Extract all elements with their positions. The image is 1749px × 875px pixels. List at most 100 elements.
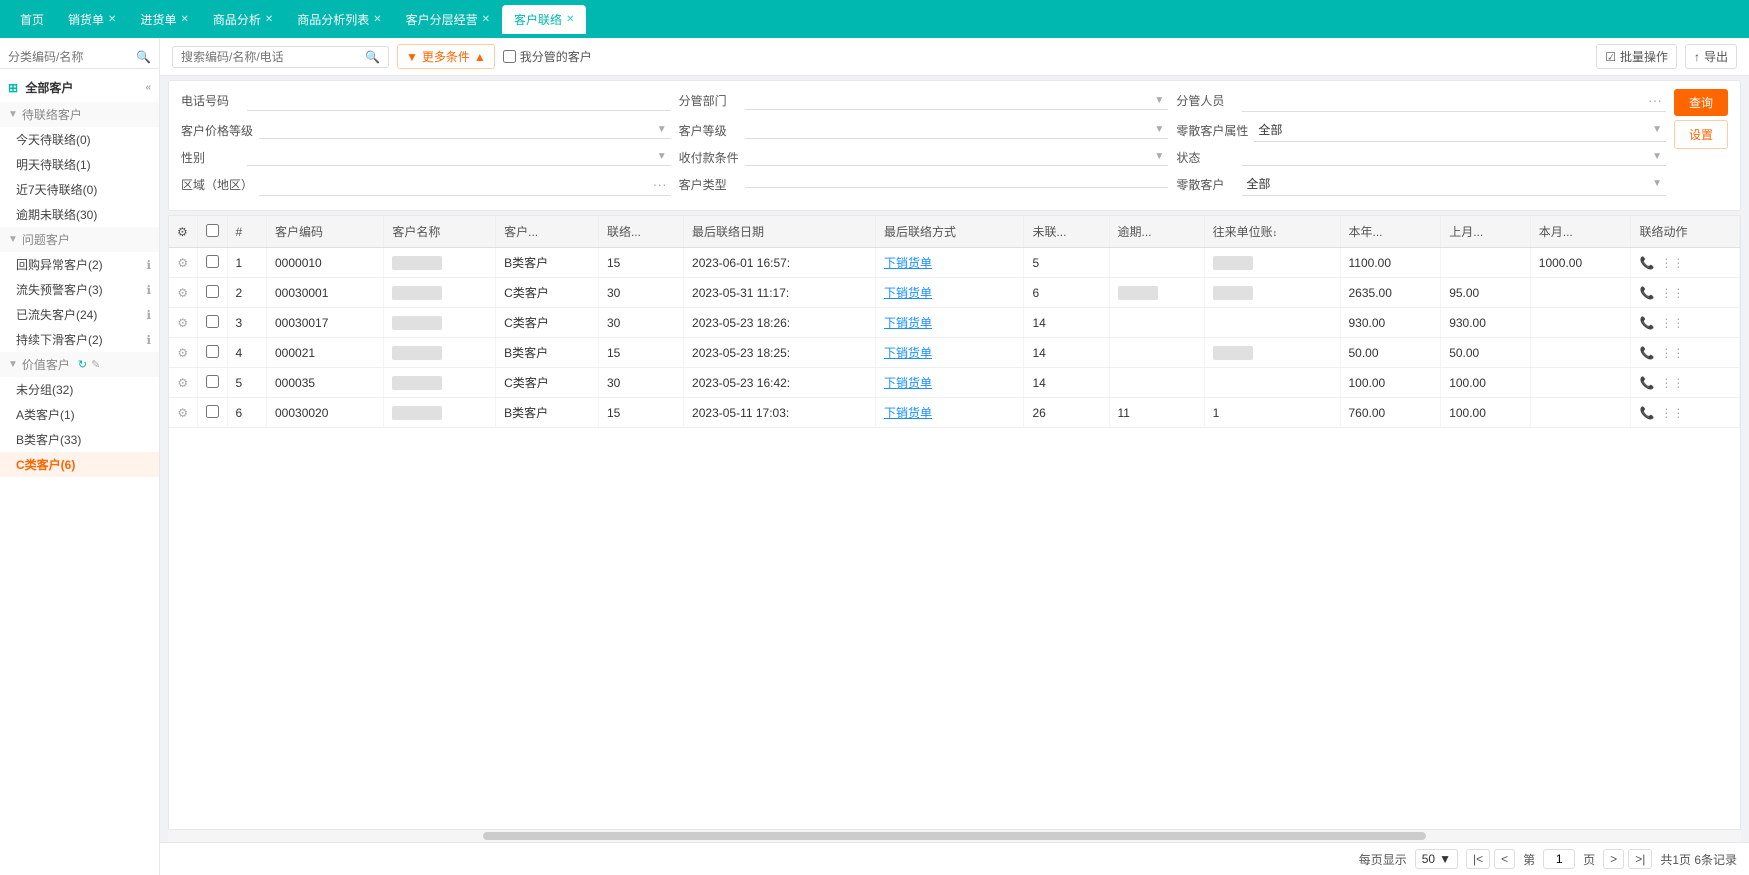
more-action-icon[interactable]: ⋮⋮	[1660, 286, 1684, 300]
sidebar-all-customers[interactable]: ⊞ 全部客户 «	[0, 73, 159, 102]
more-action-icon[interactable]: ⋮⋮	[1660, 316, 1684, 330]
col-code-header[interactable]: 客户编码	[267, 216, 384, 248]
cell-gear[interactable]: ⚙	[169, 248, 197, 278]
col-last-method-header[interactable]: 最后联络方式	[875, 216, 1023, 248]
per-page-select[interactable]: 50 ▼	[1415, 849, 1458, 869]
col-not-contacted-header[interactable]: 未联...	[1024, 216, 1109, 248]
query-button[interactable]: 查询	[1674, 89, 1728, 116]
my-customers-checkbox-label[interactable]: 我分管的客户	[503, 48, 592, 65]
sidebar-item-tomorrow-pending[interactable]: 明天待联络(1)	[0, 152, 159, 177]
nav-customer-contact[interactable]: 客户联络 ✕	[502, 5, 586, 34]
cell-last-method[interactable]: 下销货单	[875, 278, 1023, 308]
filter-manager-select[interactable]: ···	[1242, 89, 1666, 112]
sidebar-search-icon[interactable]: 🔍	[136, 50, 151, 64]
refresh-icon[interactable]: ↻	[78, 358, 87, 371]
filter-price-select[interactable]: ▼	[259, 121, 671, 139]
more-action-icon[interactable]: ⋮⋮	[1660, 406, 1684, 420]
col-this-month-header[interactable]: 本月...	[1530, 216, 1631, 248]
cell-gear[interactable]: ⚙	[169, 398, 197, 428]
batch-operation-button[interactable]: ☑ 批量操作	[1596, 44, 1677, 69]
filter-payment-select[interactable]: ▼	[745, 148, 1169, 166]
close-customer-contact-icon[interactable]: ✕	[566, 14, 574, 25]
sidebar-item-b-class[interactable]: B类客户(33)	[0, 427, 159, 452]
filter-dept-select[interactable]: ▼	[745, 92, 1169, 110]
more-action-icon[interactable]: ⋮⋮	[1660, 376, 1684, 390]
col-last-month-header[interactable]: 上月...	[1441, 216, 1531, 248]
filter-retail-select[interactable]: 全部 ▼	[1242, 172, 1666, 196]
col-type-header[interactable]: 客户...	[496, 216, 599, 248]
phone-action-icon[interactable]: 📞	[1639, 406, 1654, 420]
col-contact-header[interactable]: 联络...	[598, 216, 683, 248]
filter-phone-input[interactable]	[247, 90, 671, 111]
nav-purchase-order[interactable]: 进货单 ✕	[128, 5, 200, 34]
nav-sales-order[interactable]: 销货单 ✕	[56, 5, 128, 34]
cell-gear[interactable]: ⚙	[169, 308, 197, 338]
col-gear[interactable]: ⚙	[169, 216, 197, 248]
sidebar-item-declining[interactable]: 持续下滑客户(2) ℹ	[0, 327, 159, 352]
sidebar-item-overdue-pending[interactable]: 逾期未联络(30)	[0, 202, 159, 227]
cell-gear[interactable]: ⚙	[169, 278, 197, 308]
phone-action-icon[interactable]: 📞	[1639, 376, 1654, 390]
region-dots[interactable]: ···	[653, 176, 667, 192]
sidebar-item-unclassified[interactable]: 未分组(32)	[0, 377, 159, 402]
more-action-icon[interactable]: ⋮⋮	[1660, 346, 1684, 360]
first-page-button[interactable]: |<	[1466, 849, 1490, 869]
horizontal-scrollbar[interactable]	[168, 830, 1741, 842]
phone-action-icon[interactable]: 📞	[1639, 286, 1654, 300]
close-purchase-order-icon[interactable]: ✕	[180, 14, 188, 25]
select-all-checkbox[interactable]	[206, 224, 219, 237]
col-unit-amount-header[interactable]: 往来单位账↕	[1204, 216, 1340, 248]
page-number-input[interactable]	[1543, 849, 1575, 869]
more-filter-button[interactable]: ▼ 更多条件 ▲	[397, 44, 495, 69]
filter-retail-attr-select[interactable]: 全部 ▼	[1254, 118, 1666, 142]
sidebar-item-today-pending[interactable]: 今天待联络(0)	[0, 127, 159, 152]
cell-checkbox[interactable]	[197, 308, 227, 338]
edit-icon[interactable]: ✎	[91, 358, 100, 371]
sidebar-item-churn-warning[interactable]: 流失预警客户(3) ℹ	[0, 277, 159, 302]
nav-product-analysis[interactable]: 商品分析 ✕	[201, 5, 285, 34]
close-product-analysis-list-icon[interactable]: ✕	[373, 14, 381, 25]
export-button[interactable]: ↑ 导出	[1685, 44, 1737, 69]
cell-checkbox[interactable]	[197, 398, 227, 428]
nav-product-analysis-list[interactable]: 商品分析列表 ✕	[285, 5, 393, 34]
cell-checkbox[interactable]	[197, 248, 227, 278]
cell-last-method[interactable]: 下销货单	[875, 398, 1023, 428]
nav-home[interactable]: 首页	[8, 5, 56, 34]
search-input[interactable]	[181, 50, 361, 64]
col-last-date-header[interactable]: 最后联络日期	[684, 216, 876, 248]
sidebar-item-7days-pending[interactable]: 近7天待联络(0)	[0, 177, 159, 202]
cell-checkbox[interactable]	[197, 278, 227, 308]
cell-checkbox[interactable]	[197, 368, 227, 398]
filter-level-select[interactable]: ▼	[745, 121, 1169, 139]
filter-region-select[interactable]: ···	[259, 173, 671, 196]
cell-last-method[interactable]: 下销货单	[875, 338, 1023, 368]
prev-page-button[interactable]: <	[1494, 849, 1515, 869]
cell-checkbox[interactable]	[197, 338, 227, 368]
sidebar-item-repurchase-abnormal[interactable]: 回购异常客户(2) ℹ	[0, 252, 159, 277]
my-customers-checkbox[interactable]	[503, 50, 516, 63]
nav-customer-tier[interactable]: 客户分层经营 ✕	[394, 5, 502, 34]
sidebar-collapse-icon[interactable]: «	[145, 82, 151, 93]
manager-dots[interactable]: ···	[1648, 92, 1662, 108]
phone-action-icon[interactable]: 📞	[1639, 316, 1654, 330]
sidebar-item-churned[interactable]: 已流失客户(24) ℹ	[0, 302, 159, 327]
cell-last-method[interactable]: 下销货单	[875, 308, 1023, 338]
col-year-header[interactable]: 本年...	[1340, 216, 1441, 248]
close-product-analysis-icon[interactable]: ✕	[265, 14, 273, 25]
col-name-header[interactable]: 客户名称	[384, 216, 496, 248]
scrollbar-thumb[interactable]	[483, 832, 1427, 840]
cell-gear[interactable]: ⚙	[169, 338, 197, 368]
filter-status-select[interactable]: ▼	[1242, 148, 1666, 166]
close-customer-tier-icon[interactable]: ✕	[482, 14, 490, 25]
toolbar-search-icon[interactable]: 🔍	[365, 50, 380, 64]
close-sales-order-icon[interactable]: ✕	[108, 14, 116, 25]
cell-last-method[interactable]: 下销货单	[875, 248, 1023, 278]
cell-gear[interactable]: ⚙	[169, 368, 197, 398]
sidebar-search-input[interactable]	[8, 50, 136, 64]
sidebar-item-c-class[interactable]: C类客户(6)	[0, 452, 159, 477]
filter-type-select[interactable]	[745, 181, 1169, 188]
phone-action-icon[interactable]: 📞	[1639, 346, 1654, 360]
col-overdue-header[interactable]: 逾期...	[1109, 216, 1204, 248]
sidebar-item-a-class[interactable]: A类客户(1)	[0, 402, 159, 427]
last-page-button[interactable]: >|	[1628, 849, 1652, 869]
